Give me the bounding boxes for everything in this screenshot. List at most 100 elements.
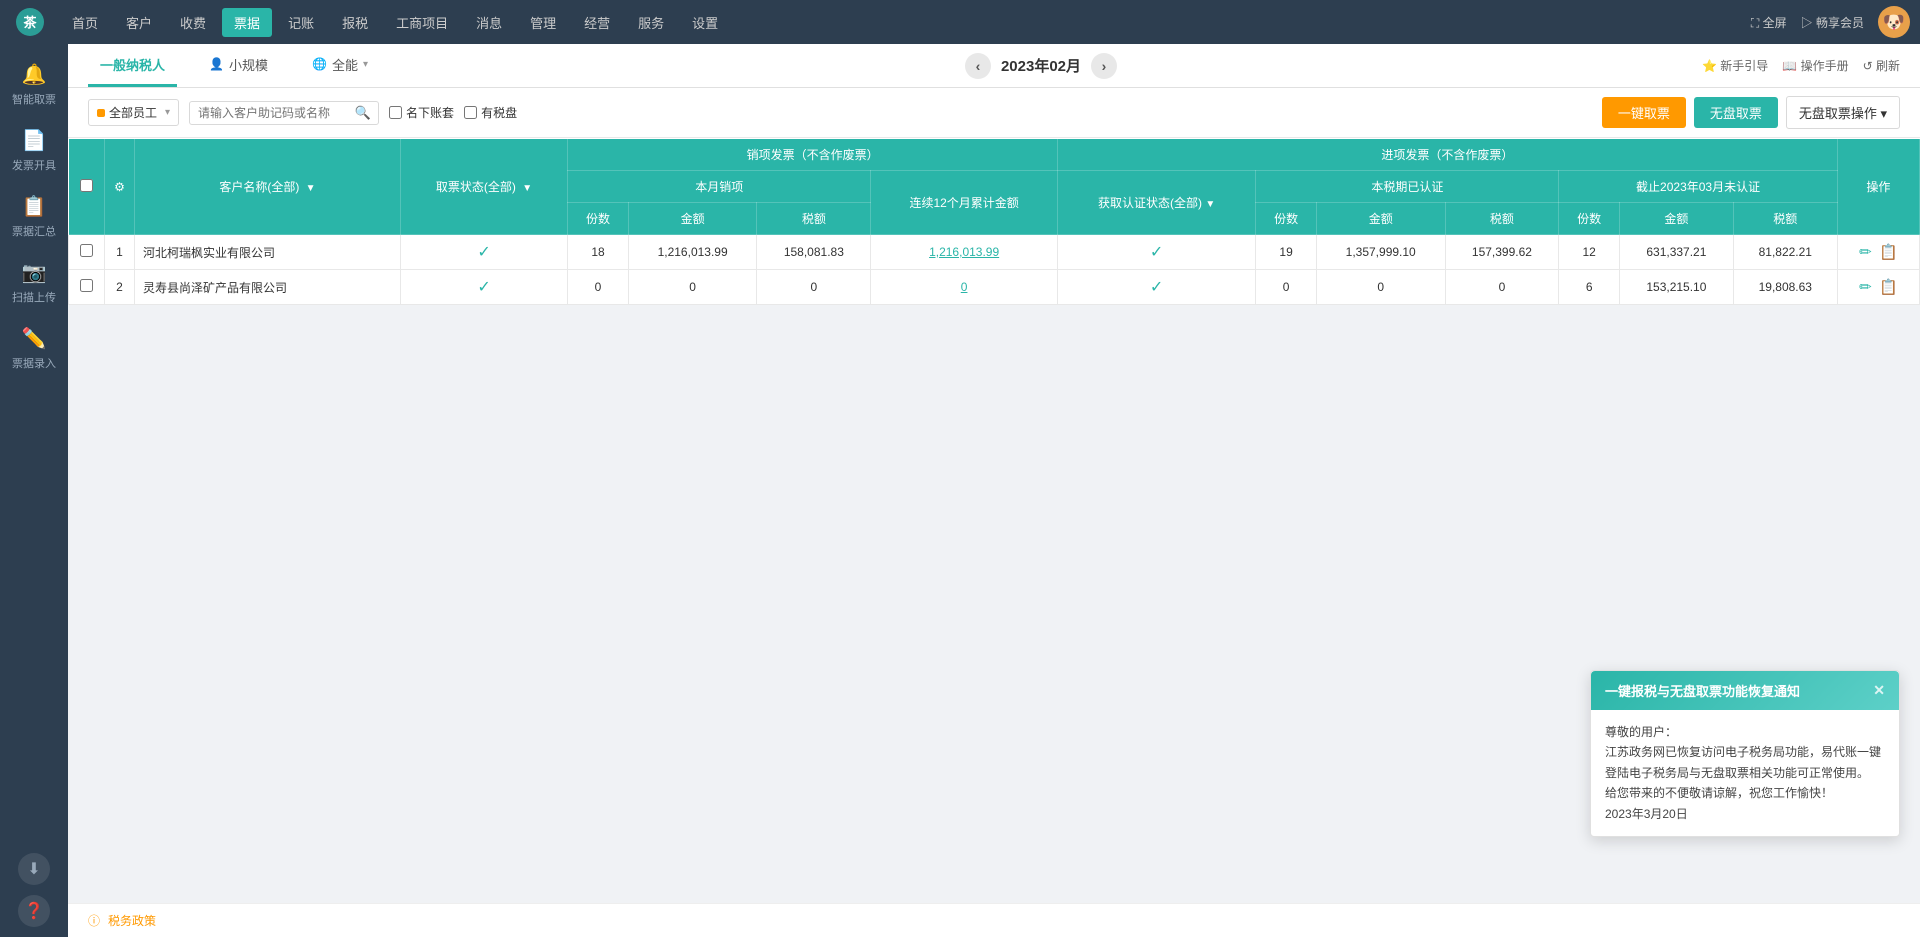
th-uncert-tax: 税额: [1733, 203, 1837, 235]
invoice-icon: 📄: [22, 128, 47, 153]
row2-uncert-amount: 153,215.10: [1619, 270, 1733, 305]
sales-12m-link2[interactable]: 0: [961, 280, 968, 294]
row1-sales-amount: 1,216,013.99: [628, 235, 757, 270]
th-status: 取票状态(全部) ▼: [400, 139, 567, 235]
tab-actions: ⭐ 新手引导 📖 操作手册 ↺ 刷新: [1702, 57, 1900, 74]
nav-settings[interactable]: 设置: [680, 8, 730, 37]
row1-ops: ✏ 📋: [1837, 235, 1919, 270]
sidebar-download-icon[interactable]: ⬇: [18, 853, 50, 885]
employee-select[interactable]: 全部员工 ▾: [88, 99, 179, 126]
tab-all-in-one[interactable]: 🌐 全能 ▾: [300, 45, 380, 87]
sidebar-item-invoice-issue[interactable]: 📄 发票开具: [4, 120, 64, 181]
tax-plate-checkbox[interactable]: 有税盘: [464, 104, 517, 121]
row1-detail-icon[interactable]: 📋: [1879, 244, 1898, 261]
refresh-button[interactable]: ↺ 刷新: [1863, 57, 1900, 74]
notification-close-button[interactable]: ✕: [1873, 682, 1885, 699]
nav-tax[interactable]: 报税: [330, 8, 380, 37]
sidebar-item-ticket-entry[interactable]: ✏️ 票据录入: [4, 318, 64, 379]
th-customer-name: 客户名称(全部) ▼: [135, 139, 401, 235]
policy-link[interactable]: 税务政策: [108, 912, 156, 929]
row2-check[interactable]: [80, 279, 93, 292]
policy-info-icon: ⓘ: [88, 912, 100, 929]
search-input[interactable]: [189, 101, 379, 125]
th-sales-count: 份数: [568, 203, 629, 235]
prev-month-button[interactable]: ‹: [965, 53, 991, 79]
cert-filter-icon[interactable]: ▼: [1205, 199, 1215, 210]
row2-uncert-count: 6: [1559, 270, 1620, 305]
notification-popup: 一键报税与无盘取票功能恢复通知 ✕ 尊敬的用户： 江苏政务网已恢复访问电子税务局…: [1590, 670, 1900, 837]
sidebar: 🔔 智能取票 📄 发票开具 📋 票据汇总 📷 扫描上传 ✏️ 票据录入 ⬇ ❓: [0, 44, 68, 937]
th-config: ⚙: [105, 139, 135, 235]
row2-checkbox: [69, 270, 105, 305]
sidebar-item-smart-ticket[interactable]: 🔔 智能取票: [4, 54, 64, 115]
row2-cert-status: ✓: [1057, 270, 1255, 305]
no-plate-ticket-button[interactable]: 无盘取票: [1694, 97, 1778, 128]
current-month: 2023年02月: [1001, 55, 1081, 76]
notification-body: 尊敬的用户： 江苏政务网已恢复访问电子税务局功能，易代账一键登陆电子税务局与无盘…: [1591, 710, 1899, 836]
tab-general-taxpayer[interactable]: 一般纳税人: [88, 45, 177, 87]
sub-account-checkbox[interactable]: 名下账套: [389, 104, 454, 121]
row2-12m: 0: [871, 270, 1058, 305]
nav-home[interactable]: 首页: [60, 8, 110, 37]
nav-customer[interactable]: 客户: [114, 8, 164, 37]
row2-ops: ✏ 📋: [1837, 270, 1919, 305]
notification-title: 一键报税与无盘取票功能恢复通知: [1605, 681, 1800, 700]
row1-edit-icon[interactable]: ✏: [1859, 244, 1872, 261]
filter-icon[interactable]: ▼: [306, 183, 316, 194]
sidebar-item-ticket-summary[interactable]: 📋 票据汇总: [4, 186, 64, 247]
th-cert-status: 获取认证状态(全部) ▼: [1057, 171, 1255, 235]
employee-label: 全部员工: [109, 104, 157, 121]
th-sales-invoice: 销项发票（不含作废票）: [568, 139, 1058, 171]
nav-management[interactable]: 管理: [518, 8, 568, 37]
toolbar-right: 一键取票 无盘取票 无盘取票操作 ▾: [1602, 96, 1900, 129]
nav-operation[interactable]: 经营: [572, 8, 622, 37]
user-avatar[interactable]: 🐶: [1878, 6, 1910, 38]
entry-icon: ✏️: [22, 326, 47, 351]
svg-text:茶: 茶: [23, 15, 37, 30]
row1-check[interactable]: [80, 244, 93, 257]
th-purchase-invoice: 进项发票（不含作废票）: [1057, 139, 1837, 171]
date-navigation: ‹ 2023年02月 ›: [400, 53, 1682, 79]
select-all-checkbox[interactable]: [80, 179, 93, 192]
th-cert-amount: 金额: [1316, 203, 1445, 235]
sidebar-item-scan-upload[interactable]: 📷 扫描上传: [4, 252, 64, 313]
th-sales-amount: 金额: [628, 203, 757, 235]
nav-service[interactable]: 服务: [626, 8, 676, 37]
next-month-button[interactable]: ›: [1091, 53, 1117, 79]
one-key-ticket-button[interactable]: 一键取票: [1602, 97, 1686, 128]
nav-message[interactable]: 消息: [464, 8, 514, 37]
tax-plate-check[interactable]: [464, 106, 477, 119]
nav-right: ⛶ 全屏 ▷ 畅享会员 🐶: [1751, 6, 1910, 38]
row2-detail-icon[interactable]: 📋: [1879, 279, 1898, 296]
table-row: 2 灵寿县尚泽矿产品有限公司 ✓ 0 0 0 0 ✓ 0 0 0 6 153,2…: [69, 270, 1920, 305]
row2-name: 灵寿县尚泽矿产品有限公司: [135, 270, 401, 305]
row1-cert-amount: 1,357,999.10: [1316, 235, 1445, 270]
nav-ticket[interactable]: 票据: [222, 8, 272, 37]
sub-account-check[interactable]: [389, 106, 402, 119]
no-plate-ops-button[interactable]: 无盘取票操作 ▾: [1786, 96, 1900, 129]
nav-fee[interactable]: 收费: [168, 8, 218, 37]
sidebar-help-icon[interactable]: ❓: [18, 895, 50, 927]
sales-12m-link[interactable]: 1,216,013.99: [929, 245, 999, 259]
notification-header: 一键报税与无盘取票功能恢复通知 ✕: [1591, 671, 1899, 710]
tab-small-scale[interactable]: 👤 小规模: [197, 45, 280, 87]
nav-business[interactable]: 工商项目: [384, 8, 460, 37]
th-cert-tax: 税额: [1445, 203, 1559, 235]
sidebar-label-smart: 智能取票: [12, 91, 56, 107]
tab-bar: 一般纳税人 👤 小规模 🌐 全能 ▾ ‹ 2023年02月 › ⭐ 新手引导: [68, 44, 1920, 88]
th-12month: 连续12个月累计金额: [871, 171, 1058, 235]
notification-scroll[interactable]: 尊敬的用户： 江苏政务网已恢复访问电子税务局功能，易代账一键登陆电子税务局与无盘…: [1591, 710, 1899, 836]
fullscreen-button[interactable]: ⛶ 全屏: [1751, 14, 1787, 31]
row1-status: ✓: [400, 235, 567, 270]
status-filter-icon[interactable]: ▼: [522, 183, 532, 194]
row2-edit-icon[interactable]: ✏: [1859, 279, 1872, 296]
toolbar: 全部员工 ▾ 🔍 名下账套 有税盘 一键取票 无盘取票 无盘取票操作 ▾: [68, 88, 1920, 138]
row2-status: ✓: [400, 270, 567, 305]
new-guide-button[interactable]: ⭐ 新手引导: [1702, 57, 1768, 74]
nav-bookkeeping[interactable]: 记账: [276, 8, 326, 37]
status-check-icon: ✓: [477, 244, 490, 261]
vip-button[interactable]: ▷ 畅享会员: [1801, 14, 1864, 31]
manual-button[interactable]: 📖 操作手册: [1782, 57, 1848, 74]
sidebar-label-entry: 票据录入: [12, 355, 56, 371]
row1-cert-count: 19: [1256, 235, 1317, 270]
